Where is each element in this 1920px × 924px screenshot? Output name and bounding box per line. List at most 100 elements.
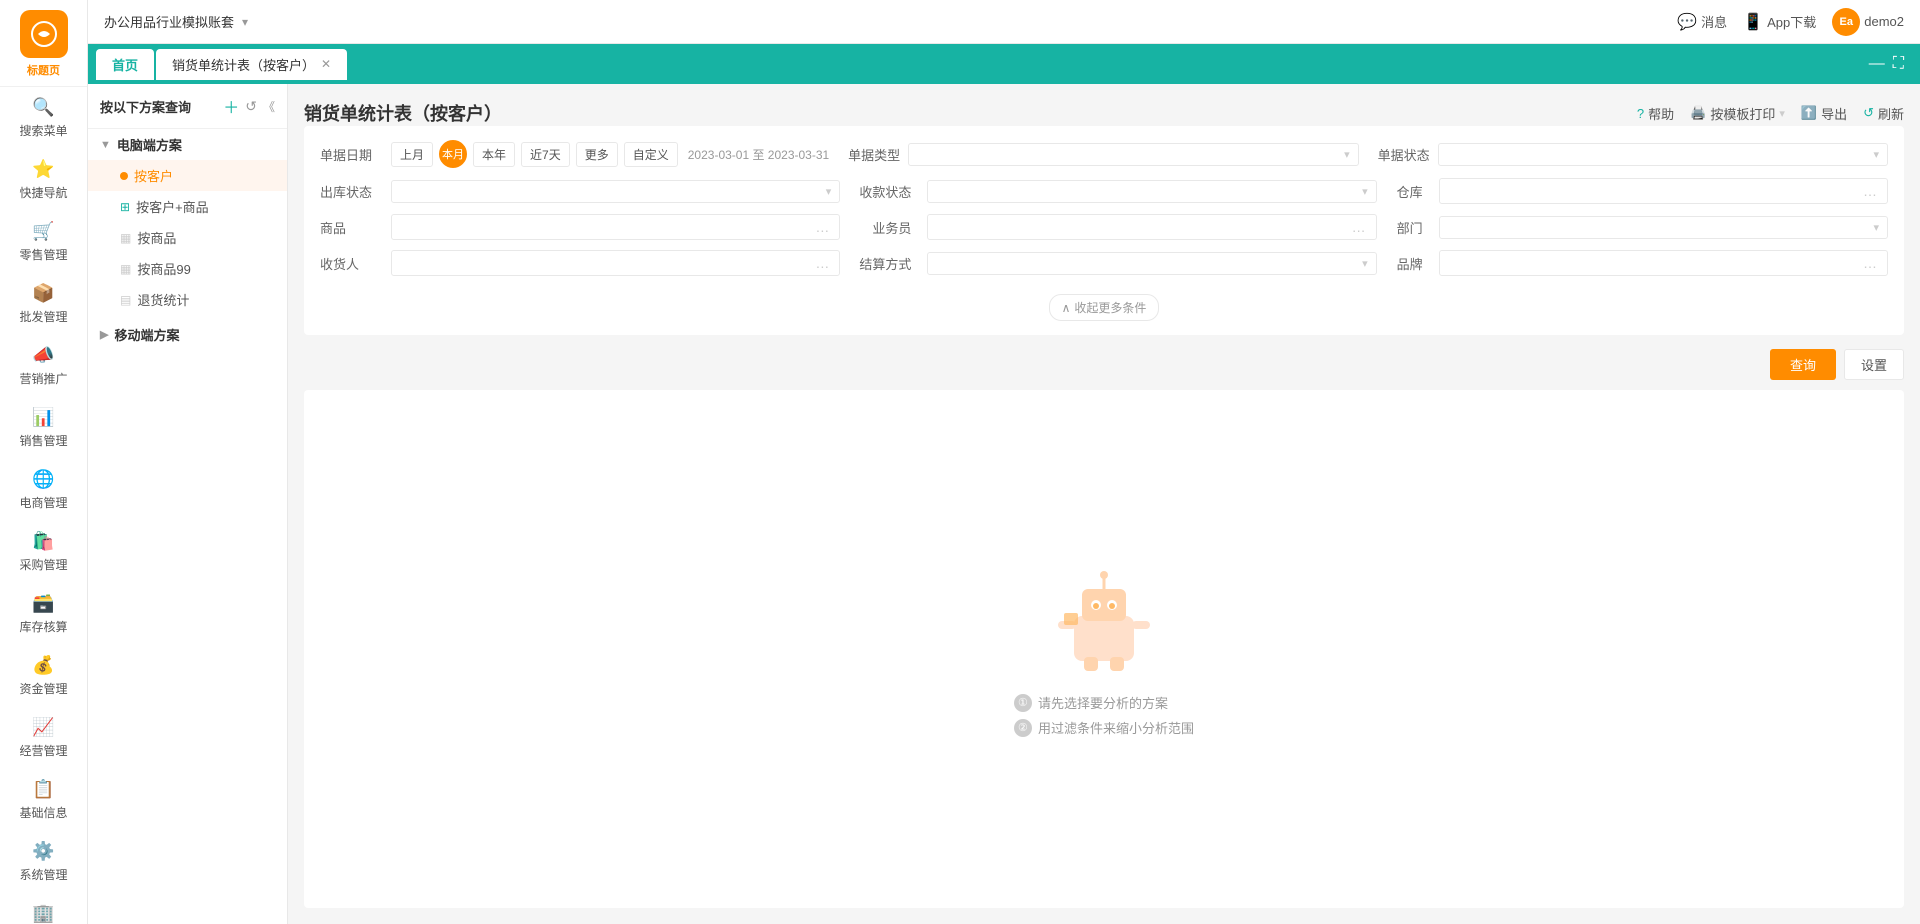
- tip-num-2: ②: [1014, 719, 1032, 737]
- collapse-bar: ∧ 收起更多条件: [320, 286, 1888, 321]
- dept-select[interactable]: ▾: [1439, 216, 1888, 239]
- query-button[interactable]: 查询: [1770, 349, 1836, 380]
- order-status-label: 单据状态: [1375, 145, 1430, 164]
- help-label: 帮助: [1648, 104, 1674, 123]
- filter-row-1: 单据日期 上月 本月 本年 近7天 更多 自定义 2023-03-01 至 20…: [320, 140, 1888, 168]
- ecommerce-icon: 🌐: [32, 469, 54, 490]
- refresh-btn[interactable]: ↺ 刷新: [1863, 104, 1904, 123]
- sales-stats-tab-label: 销货单统计表（按客户）: [172, 55, 315, 74]
- table2-icon: ▦: [120, 262, 131, 276]
- settings-button[interactable]: 设置: [1844, 349, 1904, 380]
- empty-illustration: [1044, 561, 1164, 681]
- date-btn-more[interactable]: 更多: [576, 142, 618, 167]
- order-status-arrow-icon: ▾: [1873, 148, 1879, 161]
- tab-home[interactable]: 首页: [96, 49, 154, 80]
- tree-node-by-product-99[interactable]: ▦ 按商品99: [88, 253, 287, 284]
- date-btn-last-month[interactable]: 上月: [391, 142, 433, 167]
- tree-node-by-customer[interactable]: 按客户: [88, 160, 287, 191]
- print-label: 按模板打印: [1710, 104, 1775, 123]
- collapse-panel-btn[interactable]: 《: [263, 98, 275, 115]
- empty-tip-2: ② 用过滤条件来缩小分析范围: [1014, 718, 1194, 737]
- sales-rep-dots-icon[interactable]: …: [1352, 219, 1368, 235]
- order-status-select[interactable]: ▾: [1438, 143, 1888, 166]
- tab-close-icon[interactable]: ✕: [321, 57, 331, 71]
- maximize-icon[interactable]: ⛶: [1893, 55, 1904, 73]
- sidebar-item-system[interactable]: ⚙️ 系统管理: [0, 831, 87, 893]
- sidebar-item-marketing[interactable]: 📣 营销推广: [0, 335, 87, 397]
- sidebar-item-label: 经营管理: [19, 742, 67, 759]
- topbar-arrow-icon[interactable]: ▾: [242, 15, 248, 29]
- message-btn[interactable]: 💬 消息: [1677, 12, 1727, 32]
- sales-rep-select[interactable]: …: [927, 214, 1376, 240]
- print-btn[interactable]: 🖨️ 按模板打印 ▾: [1690, 104, 1785, 123]
- tip-text-1: 请先选择要分析的方案: [1038, 693, 1168, 712]
- app-download-btn[interactable]: 📱 App下载: [1743, 12, 1816, 32]
- search-icon: 🔍: [32, 97, 54, 118]
- sidebar-item-shortcuts[interactable]: ⭐ 快捷导航: [0, 149, 87, 211]
- sidebar-item-label: 基础信息: [19, 804, 67, 821]
- sidebar-item-purchase[interactable]: 🛍️ 采购管理: [0, 521, 87, 583]
- tree-collapse-icon: ▶: [100, 328, 108, 341]
- sidebar-item-basic[interactable]: 📋 基础信息: [0, 769, 87, 831]
- sidebar-item-operations[interactable]: 📈 经营管理: [0, 707, 87, 769]
- date-btn-7days[interactable]: 近7天: [521, 142, 570, 167]
- right-content: 销货单统计表（按客户） ? 帮助 🖨️ 按模板打印 ▾ ⬆️: [288, 84, 1920, 924]
- left-panel-actions: ＋ ↺ 《: [223, 94, 275, 118]
- empty-state: ① 请先选择要分析的方案 ② 用过滤条件来缩小分析范围: [304, 390, 1904, 908]
- receipt-status-select[interactable]: ▾: [927, 180, 1376, 203]
- order-type-arrow-icon: ▾: [1344, 148, 1350, 161]
- tree-pc-group[interactable]: ▼ 电脑端方案: [88, 129, 287, 160]
- sidebar-item-label: 销售管理: [19, 432, 67, 449]
- warehouse-select[interactable]: …: [1439, 178, 1888, 204]
- export-btn[interactable]: ⬆️ 导出: [1801, 104, 1847, 123]
- help-btn[interactable]: ? 帮助: [1637, 104, 1674, 123]
- sidebar-item-search[interactable]: 🔍 搜索菜单: [0, 87, 87, 149]
- warehouse-dots-icon[interactable]: …: [1863, 183, 1879, 199]
- logo-text: 标题页: [27, 62, 60, 78]
- grid-icon: ⊞: [120, 200, 130, 214]
- product-dots-icon[interactable]: …: [815, 219, 831, 235]
- tab-sales-stats[interactable]: 销货单统计表（按客户） ✕: [156, 49, 347, 80]
- sidebar-item-wholesale[interactable]: 📦 批发管理: [0, 273, 87, 335]
- out-status-label: 出库状态: [320, 182, 375, 201]
- sidebar-item-label: 采购管理: [19, 556, 67, 573]
- collapse-more-btn[interactable]: ∧ 收起更多条件: [1049, 294, 1160, 321]
- shortcuts-icon: ⭐: [32, 159, 54, 180]
- out-status-select[interactable]: ▾: [391, 180, 840, 203]
- sidebar-item-retail[interactable]: 🛒 零售管理: [0, 211, 87, 273]
- brand-dots-icon[interactable]: …: [1863, 255, 1879, 271]
- product-select[interactable]: …: [391, 214, 840, 240]
- tree-node-return-stats[interactable]: ▤ 退货统计: [88, 284, 287, 315]
- sidebar-item-inventory[interactable]: 🗃️ 库存核算: [0, 583, 87, 645]
- tree-mobile-group[interactable]: ▶ 移动端方案: [88, 319, 287, 350]
- date-btn-this-month[interactable]: 本月: [439, 140, 467, 168]
- date-btn-custom[interactable]: 自定义: [624, 142, 678, 167]
- user-menu[interactable]: Ea demo2: [1832, 8, 1904, 36]
- tree-node-by-customer-product[interactable]: ⊞ 按客户+商品: [88, 191, 287, 222]
- date-btn-this-year[interactable]: 本年: [473, 142, 515, 167]
- payment-method-select[interactable]: ▾: [927, 252, 1376, 275]
- sidebar-item-label: 批发管理: [19, 308, 67, 325]
- bar-chart-icon: ▤: [120, 293, 131, 307]
- empty-tips: ① 请先选择要分析的方案 ② 用过滤条件来缩小分析范围: [1014, 693, 1194, 737]
- export-icon: ⬆️: [1801, 105, 1817, 121]
- add-scheme-btn[interactable]: ＋: [223, 94, 239, 118]
- brand-label: 品牌: [1393, 254, 1423, 273]
- minimize-icon[interactable]: —: [1869, 55, 1885, 73]
- brand-select[interactable]: …: [1439, 250, 1888, 276]
- sidebar-item-sales[interactable]: 📊 销售管理: [0, 397, 87, 459]
- order-type-select[interactable]: ▾: [908, 143, 1358, 166]
- sidebar-item-enterprise[interactable]: 🏢 企业协同: [0, 893, 87, 924]
- topbar-title: 办公用品行业模拟账套: [104, 12, 234, 31]
- export-label: 导出: [1821, 104, 1847, 123]
- left-panel: 按以下方案查询 ＋ ↺ 《 ▼ 电脑端方案 按客户 ⊞ 按客户+商品: [88, 84, 288, 924]
- download-icon: 📱: [1743, 12, 1763, 32]
- recipient-select[interactable]: …: [391, 250, 840, 276]
- refresh-scheme-btn[interactable]: ↺: [245, 98, 257, 115]
- refresh-icon: ↺: [1863, 105, 1874, 121]
- sidebar-item-ecommerce[interactable]: 🌐 电商管理: [0, 459, 87, 521]
- recipient-dots-icon[interactable]: …: [815, 255, 831, 271]
- sidebar-item-label: 营销推广: [19, 370, 67, 387]
- sidebar-item-finance[interactable]: 💰 资金管理: [0, 645, 87, 707]
- tree-node-by-product[interactable]: ▦ 按商品: [88, 222, 287, 253]
